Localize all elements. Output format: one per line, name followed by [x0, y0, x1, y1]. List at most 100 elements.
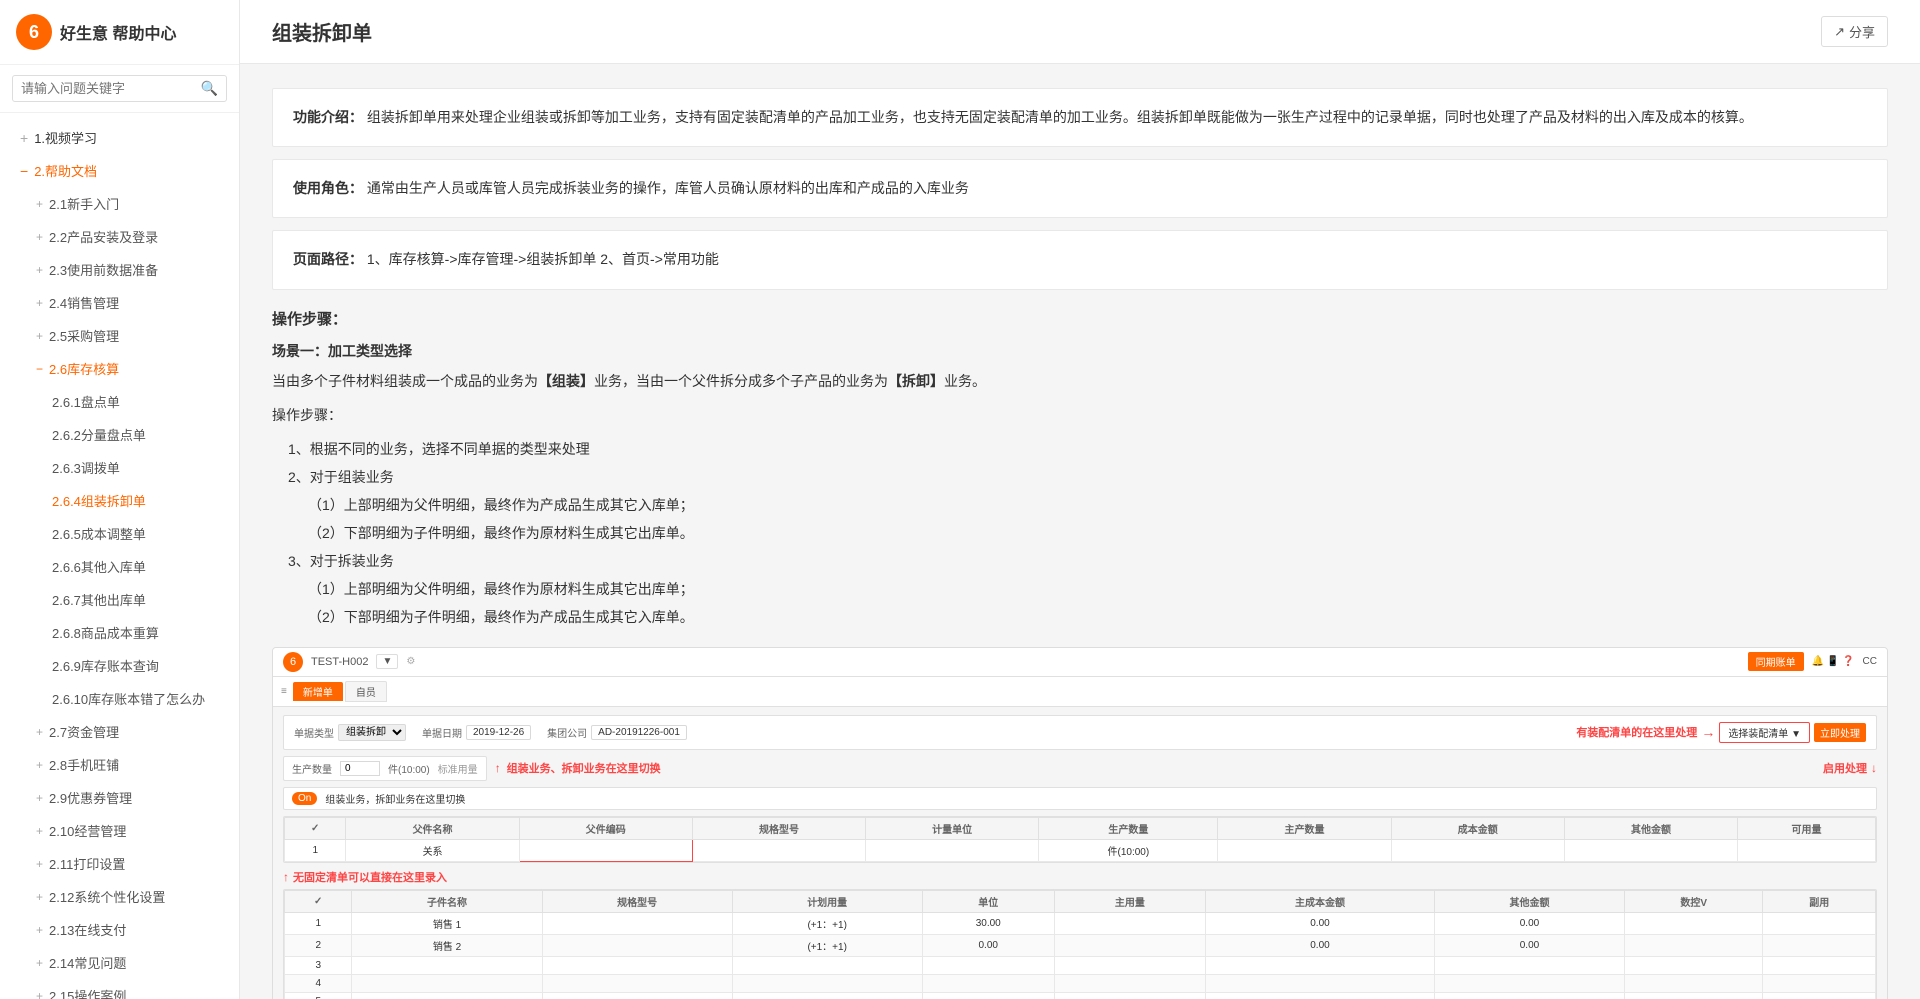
ss-qty-input[interactable]: [340, 761, 380, 776]
sidebar-item-print[interactable]: + 2.11打印设置: [0, 847, 239, 880]
sidebar-label-install: 2.2产品安装及登录: [49, 227, 158, 246]
sidebar-item-adjust[interactable]: 2.6.3调拨单: [0, 451, 239, 484]
user-role-label: 使用角色：: [293, 180, 363, 196]
ss-cell-cc2: [1625, 934, 1763, 956]
table-row: 5: [285, 992, 1876, 999]
ss-assembly-select-label: 选择装配清单: [1728, 729, 1788, 740]
ss-toggle-label: 组装业务，拆卸业务在这里切换: [325, 791, 465, 806]
ss-assembly-select[interactable]: 选择装配清单 ▼: [1719, 722, 1810, 743]
ss-type-label: 单据类型: [294, 725, 334, 740]
plus-icon-install: +: [36, 230, 43, 244]
arrow-right-icon: →: [1701, 724, 1715, 740]
sidebar-item-video[interactable]: + 1.视频学习: [0, 121, 239, 154]
sidebar-item-mobile[interactable]: + 2.8手机旺铺: [0, 748, 239, 781]
ss-col-sub-use: 副用: [1763, 890, 1876, 912]
sidebar-item-custom[interactable]: + 2.12系统个性化设置: [0, 880, 239, 913]
sidebar-item-inventory[interactable]: − 2.6库存核算: [0, 352, 239, 385]
sidebar-item-assembly[interactable]: 2.6.4组装拆卸单: [0, 484, 239, 517]
ss-dropdown[interactable]: ▼: [376, 654, 398, 669]
ss-cell-cv1: [1763, 912, 1876, 934]
ss-cell-cc1: [1625, 912, 1763, 934]
scene1-title: 场景一：加工类型选择: [272, 341, 1888, 361]
disassembly-keyword: 【拆卸】: [888, 373, 944, 389]
ss-date-value: 2019-12-26: [466, 725, 531, 740]
sidebar-label-mobile: 2.8手机旺铺: [49, 755, 119, 774]
ss-col-cost-amt: 成本金额: [1391, 817, 1564, 839]
ss-cell-avail: [1738, 839, 1876, 861]
ss-col-child-unit: 单位: [922, 890, 1054, 912]
sidebar: 6 好生意 帮助中心 🔍 + 1.视频学习 − 2.帮助文档 + 2.1新手入门…: [0, 0, 240, 999]
sidebar-label-purchase: 2.5采购管理: [49, 326, 119, 345]
ss-cell-cmain1: 0.00: [1206, 912, 1435, 934]
ss-cell-n1: 1: [285, 912, 352, 934]
ss-user: CC: [1863, 656, 1877, 667]
sidebar-label-otherin: 2.6.6其他入库单: [52, 557, 146, 576]
plus-icon-payment: +: [36, 923, 43, 937]
function-intro-block: 功能介绍： 组装拆卸单用来处理企业组装或拆卸等加工业务，支持有固定装配清单的产品…: [272, 88, 1888, 147]
screenshot-container: 6 TEST-H002 ▼ ⚙ 同期账单 🔔 📱 ❓ CC ≡ 新增单: [272, 647, 1888, 999]
sidebar-item-sales[interactable]: + 2.4销售管理: [0, 286, 239, 319]
ss-cell-unit: [866, 839, 1039, 861]
sidebar-item-install[interactable]: + 2.2产品安装及登录: [0, 220, 239, 253]
sidebar-item-purchase[interactable]: + 2.5采购管理: [0, 319, 239, 352]
sidebar-item-stockquery[interactable]: 2.6.9库存账本查询: [0, 649, 239, 682]
ss-cell-spec: [692, 839, 865, 861]
sidebar-label-newbie: 2.1新手入门: [49, 194, 119, 213]
sidebar-item-newbie[interactable]: + 2.1新手入门: [0, 187, 239, 220]
arrow-down-icon2: ↓: [1871, 761, 1877, 775]
ss-col-main-cost: 主成本金额: [1206, 890, 1435, 912]
ss-qty-note: 标准用量: [438, 761, 478, 776]
ss-type-select[interactable]: 组装拆卸: [338, 724, 406, 741]
minus-icon-inventory: −: [36, 362, 43, 376]
sidebar-item-costrecalc[interactable]: 2.6.8商品成本重算: [0, 616, 239, 649]
logo-icon: 6: [16, 14, 52, 50]
sidebar-label-stockquery: 2.6.9库存账本查询: [52, 656, 159, 675]
plus-icon: +: [20, 130, 28, 146]
sidebar-item-payment[interactable]: + 2.13在线支付: [0, 913, 239, 946]
ss-confirm-btn[interactable]: 立即处理: [1814, 723, 1866, 742]
ss-new-order-btn[interactable]: 同期账单: [1748, 652, 1804, 671]
ss-col-plan-qty: 计划用量: [732, 890, 922, 912]
sidebar-item-otherin[interactable]: 2.6.6其他入库单: [0, 550, 239, 583]
ss-col-child-spec: 规格型号: [542, 890, 732, 912]
sidebar-item-coupon[interactable]: + 2.9优惠券管理: [0, 781, 239, 814]
sidebar-item-stockcheck[interactable]: 2.6.1盘点单: [0, 385, 239, 418]
sidebar-label-adjust: 2.6.3调拨单: [52, 458, 120, 477]
search-input[interactable]: [21, 81, 201, 96]
ss-tab-2[interactable]: 自员: [345, 681, 387, 702]
ss-app-id: TEST-H002: [311, 656, 368, 668]
sidebar-item-cases[interactable]: + 2.15操作案例: [0, 979, 239, 999]
step-2: 2、对于组装业务: [288, 463, 1888, 491]
sidebar-item-capital[interactable]: + 2.7资金管理: [0, 715, 239, 748]
ss-cell-cmain2: 0.00: [1206, 934, 1435, 956]
plus-icon-capital: +: [36, 725, 43, 739]
search-area: 🔍: [0, 65, 239, 113]
plus-icon-print: +: [36, 857, 43, 871]
user-role-block: 使用角色： 通常由生产人员或库管人员完成拆装业务的操作，库管人员确认原材料的出库…: [272, 159, 1888, 218]
ss-tab-active[interactable]: 新增单: [293, 682, 343, 701]
sidebar-item-docs[interactable]: − 2.帮助文档: [0, 154, 239, 187]
sidebar-item-costadjust[interactable]: 2.6.5成本调整单: [0, 517, 239, 550]
ss-cell-cs2: [542, 934, 732, 956]
scene1-desc: 当由多个子件材料组装成一个成品的业务为【组装】业务，当由一个父件拆分成多个子产品…: [272, 367, 1888, 395]
sidebar-label-costrecalc: 2.6.8商品成本重算: [52, 623, 159, 642]
sidebar-item-stockerr[interactable]: 2.6.10库存账本错了怎么办: [0, 682, 239, 715]
ss-cell-cv2: [1763, 934, 1876, 956]
sidebar-item-faq[interactable]: + 2.14常见问题: [0, 946, 239, 979]
sidebar-label-cases: 2.15操作案例: [49, 986, 126, 999]
logo-area: 6 好生意 帮助中心: [0, 0, 239, 65]
search-icon[interactable]: 🔍: [201, 80, 218, 97]
ss-qty-unit: 件(10:00): [388, 761, 430, 776]
sidebar-label-custom: 2.12系统个性化设置: [49, 887, 165, 906]
sidebar-item-data[interactable]: + 2.3使用前数据准备: [0, 253, 239, 286]
table-row: 3: [285, 956, 1876, 974]
sidebar-label-coupon: 2.9优惠券管理: [49, 788, 132, 807]
ss-cell-cm1: [1054, 912, 1205, 934]
sidebar-item-ops[interactable]: + 2.10经营管理: [0, 814, 239, 847]
ss-cell-cu1: 30.00: [922, 912, 1054, 934]
sidebar-item-partscheck[interactable]: 2.6.2分量盘点单: [0, 418, 239, 451]
ss-cell-n2: 2: [285, 934, 352, 956]
share-button[interactable]: ↗ 分享: [1821, 16, 1888, 47]
ss-toggle-on[interactable]: On: [292, 792, 317, 805]
sidebar-item-otherout[interactable]: 2.6.7其他出库单: [0, 583, 239, 616]
